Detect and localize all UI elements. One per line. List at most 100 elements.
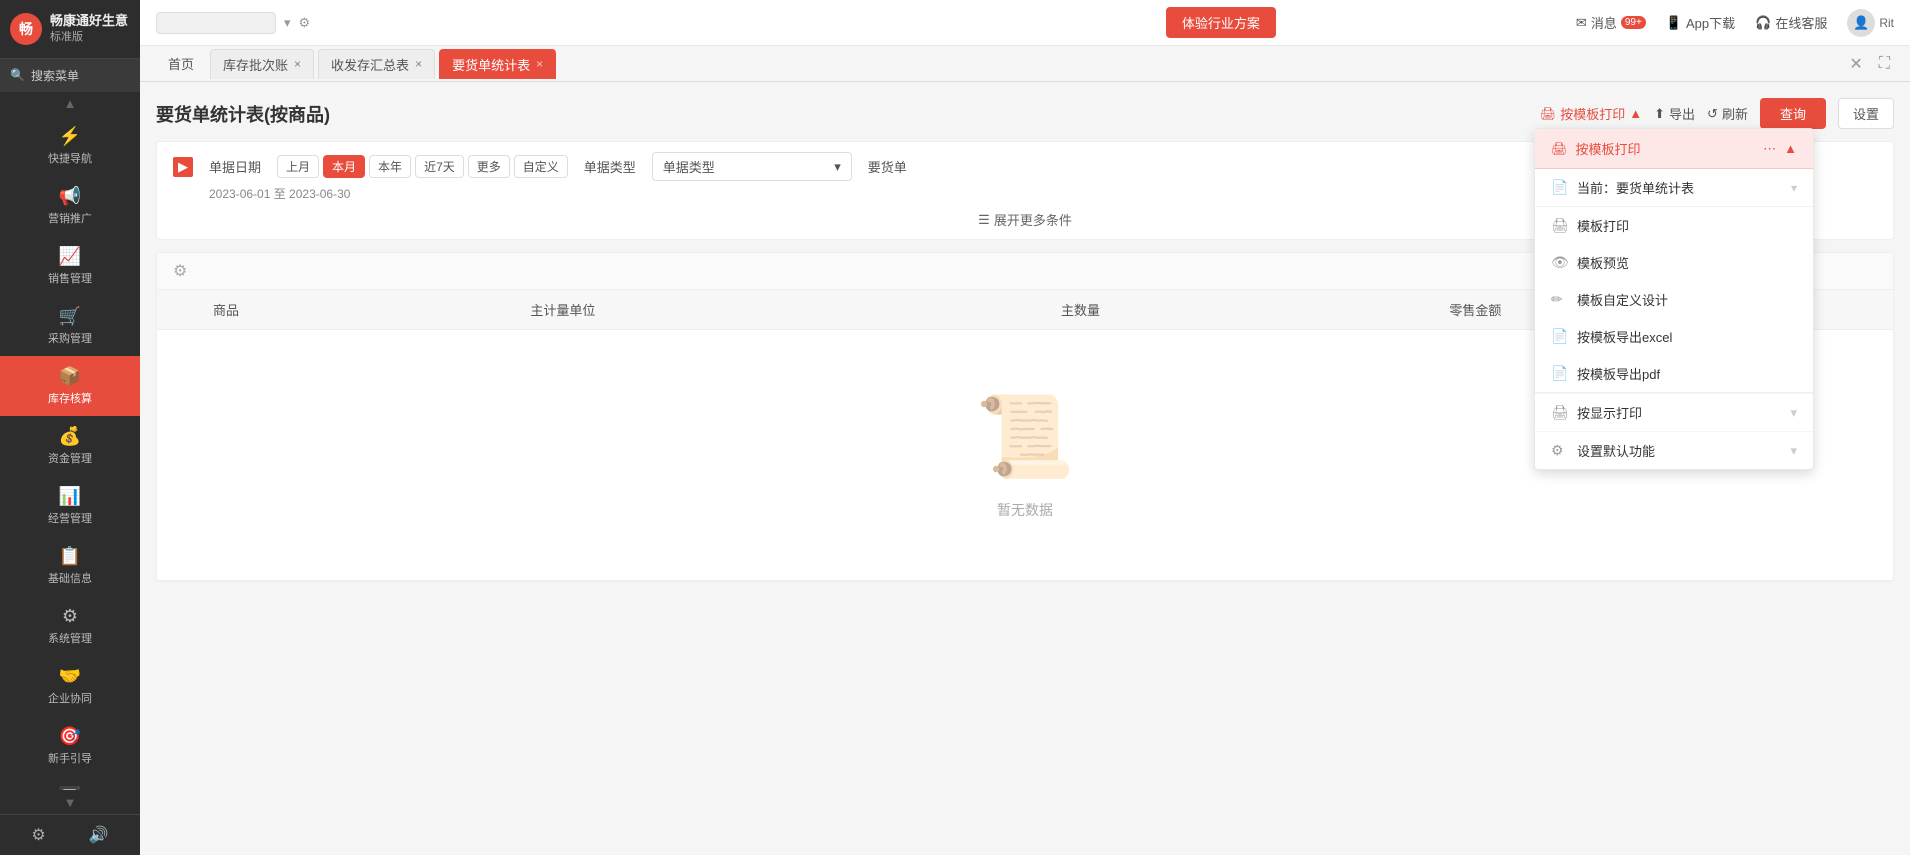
dropdown-template-preview[interactable]: 👁 模板预览 (1535, 244, 1813, 281)
date-btn-this-year[interactable]: 本年 (369, 155, 411, 178)
sidebar-item-collab[interactable]: 🤝 企业协同 (0, 656, 140, 716)
dropdown-template-print[interactable]: 🖨 模板打印 (1535, 207, 1813, 244)
main-area: ▾ ⚙ 体验行业方案 ✉ 消息 99+ 📱 App下载 🎧 在线客服 👤 (140, 0, 1910, 855)
settings-btn[interactable]: 设置 (1838, 98, 1894, 129)
app-download-btn[interactable]: 📱 App下载 (1666, 13, 1735, 32)
dropdown-print-icon: 🖨 (1551, 141, 1568, 157)
settings-bottom-icon[interactable]: ⚙ (31, 825, 45, 845)
breadcrumb-input[interactable] (156, 12, 276, 34)
filter-expand-arrow[interactable]: ▶ (173, 157, 193, 177)
purchase-label: 采购管理 (48, 330, 92, 346)
date-btn-this-month[interactable]: 本月 (323, 155, 365, 178)
quick-nav-label: 快捷导航 (48, 150, 92, 166)
tab-batch-account-close-icon[interactable]: × (294, 57, 301, 71)
page-title: 要货单统计表(按商品) (156, 101, 330, 127)
breadcrumb-arrow-icon: ▾ (284, 15, 291, 31)
finance-label: 资金管理 (48, 450, 92, 466)
dropdown-display-print[interactable]: 🖨 按显示打印 ▾ (1535, 393, 1813, 431)
tab-order-stats-close-icon[interactable]: × (536, 57, 543, 71)
dropdown-export-excel[interactable]: 📄 按模板导出excel (1535, 318, 1813, 355)
basic-icon: 📋 (59, 546, 81, 567)
inventory-label: 库存核算 (48, 390, 92, 406)
sidebar-item-purchase[interactable]: 🛒 采购管理 (0, 296, 140, 356)
type-filter-label: 单据类型 (584, 157, 636, 176)
dropdown-current-item[interactable]: 📄 当前：要货单统计表 ▾ (1535, 169, 1813, 206)
online-service-btn[interactable]: 🎧 在线客服 (1755, 13, 1827, 32)
display-print-label: 按显示打印 (1577, 403, 1642, 422)
trial-btn[interactable]: 体验行业方案 (1166, 7, 1276, 38)
order-filter-label: 要货单 (868, 157, 907, 176)
template-print-icon: 🖨 (1551, 217, 1567, 234)
export-btn[interactable]: ⬆ 导出 (1654, 104, 1695, 123)
col-unit: 主计量单位 (514, 290, 1045, 330)
app-download-icon: 📱 (1666, 15, 1682, 31)
scroll-up-btn[interactable]: ▲ (0, 92, 140, 116)
sidebar-search[interactable]: 🔍 搜索菜单 (0, 59, 140, 92)
sidebar-item-basic[interactable]: 📋 基础信息 (0, 536, 140, 596)
default-func-label: 设置默认功能 (1577, 441, 1655, 460)
tab-order-stats[interactable]: 要货单统计表 × (439, 49, 556, 79)
search-label: 搜索菜单 (31, 67, 79, 84)
sidebar-item-system[interactable]: ⚙ 系统管理 (0, 596, 140, 656)
type-filter-select[interactable]: 单据类型 ▾ (652, 152, 852, 181)
date-btn-more[interactable]: 更多 (468, 155, 510, 178)
dropdown-template-design[interactable]: ✏ 模板自定义设计 (1535, 281, 1813, 318)
default-func-arrow: ▾ (1790, 443, 1797, 459)
col-checkbox (157, 290, 197, 330)
sidebar-item-apps[interactable]: 🔲 应用中心 (0, 776, 140, 790)
dropdown-title: 按模板打印 (1576, 139, 1641, 158)
expand-label: 展开更多条件 (994, 210, 1072, 229)
dropdown-default-func[interactable]: ⚙ 设置默认功能 ▾ (1535, 431, 1813, 469)
sidebar-item-marketing[interactable]: 📢 营销推广 (0, 176, 140, 236)
col-product: 商品 (197, 290, 514, 330)
tab-receipt-summary-label: 收发存汇总表 (331, 55, 409, 74)
speaker-bottom-icon[interactable]: 🔊 (89, 825, 109, 845)
messages-btn[interactable]: ✉ 消息 99+ (1576, 13, 1646, 32)
empty-text: 暂无数据 (997, 500, 1053, 520)
print-btn[interactable]: 🖨 按模板打印 ▲ (1540, 104, 1642, 123)
query-btn[interactable]: 查询 (1760, 98, 1826, 129)
dropdown-export-pdf[interactable]: 📄 按模板导出pdf (1535, 355, 1813, 392)
marketing-label: 营销推广 (48, 210, 92, 226)
tab-batch-account[interactable]: 库存批次账 × (210, 49, 314, 79)
tab-home[interactable]: 首页 (156, 49, 206, 79)
marketing-icon: 📢 (59, 186, 81, 207)
dropdown-header[interactable]: 🖨 按模板打印 ⋯ ▲ (1535, 129, 1813, 169)
brand-name: 畅康通好生意 (50, 12, 128, 30)
date-btn-custom[interactable]: 自定义 (514, 155, 568, 178)
guide-icon: 🎯 (59, 726, 81, 747)
table-settings-icon[interactable]: ⚙ (173, 261, 187, 281)
operation-label: 经营管理 (48, 510, 92, 526)
print-icon: 🖨 (1540, 106, 1557, 122)
collab-icon: 🤝 (59, 666, 81, 687)
date-btn-7days[interactable]: 近7天 (415, 155, 464, 178)
current-icon: 📄 (1551, 179, 1567, 196)
date-options: 上月 本月 本年 近7天 更多 自定义 (277, 155, 568, 178)
user-area[interactable]: 👤 Rit (1847, 9, 1894, 37)
sidebar-item-sales[interactable]: 📈 销售管理 (0, 236, 140, 296)
print-label: 按模板打印 (1560, 104, 1625, 123)
sidebar-item-inventory[interactable]: 📦 库存核算 (0, 356, 140, 416)
topbar: ▾ ⚙ 体验行业方案 ✉ 消息 99+ 📱 App下载 🎧 在线客服 👤 (140, 0, 1910, 46)
refresh-btn[interactable]: ↺ 刷新 (1707, 104, 1748, 123)
sidebar-item-finance[interactable]: 💰 资金管理 (0, 416, 140, 476)
default-func-left: ⚙ 设置默认功能 (1551, 441, 1655, 460)
avatar-icon: 👤 (1853, 15, 1869, 31)
sidebar-item-guide[interactable]: 🎯 新手引导 (0, 716, 140, 776)
dropdown-collapse-icon[interactable]: ▲ (1784, 141, 1797, 156)
current-label: 当前：要货单统计表 (1577, 178, 1694, 197)
win-close-btn[interactable]: ✕ (1845, 52, 1866, 76)
sidebar-item-quick-nav[interactable]: ⚡ 快捷导航 (0, 116, 140, 176)
brand-sub: 标准版 (50, 30, 128, 45)
tab-receipt-summary[interactable]: 收发存汇总表 × (318, 49, 435, 79)
topbar-center: 体验行业方案 (866, 7, 1576, 38)
win-expand-btn[interactable]: ⛶ (1875, 53, 1894, 75)
inventory-icon: 📦 (59, 366, 81, 387)
date-btn-last-month[interactable]: 上月 (277, 155, 319, 178)
sidebar-item-operation[interactable]: 📊 经营管理 (0, 476, 140, 536)
scroll-down-btn[interactable]: ▼ (0, 790, 140, 814)
export-icon: ⬆ (1654, 106, 1665, 122)
settings-topbar-icon[interactable]: ⚙ (299, 15, 311, 31)
tab-receipt-summary-close-icon[interactable]: × (415, 57, 422, 71)
tab-home-label: 首页 (168, 54, 194, 73)
